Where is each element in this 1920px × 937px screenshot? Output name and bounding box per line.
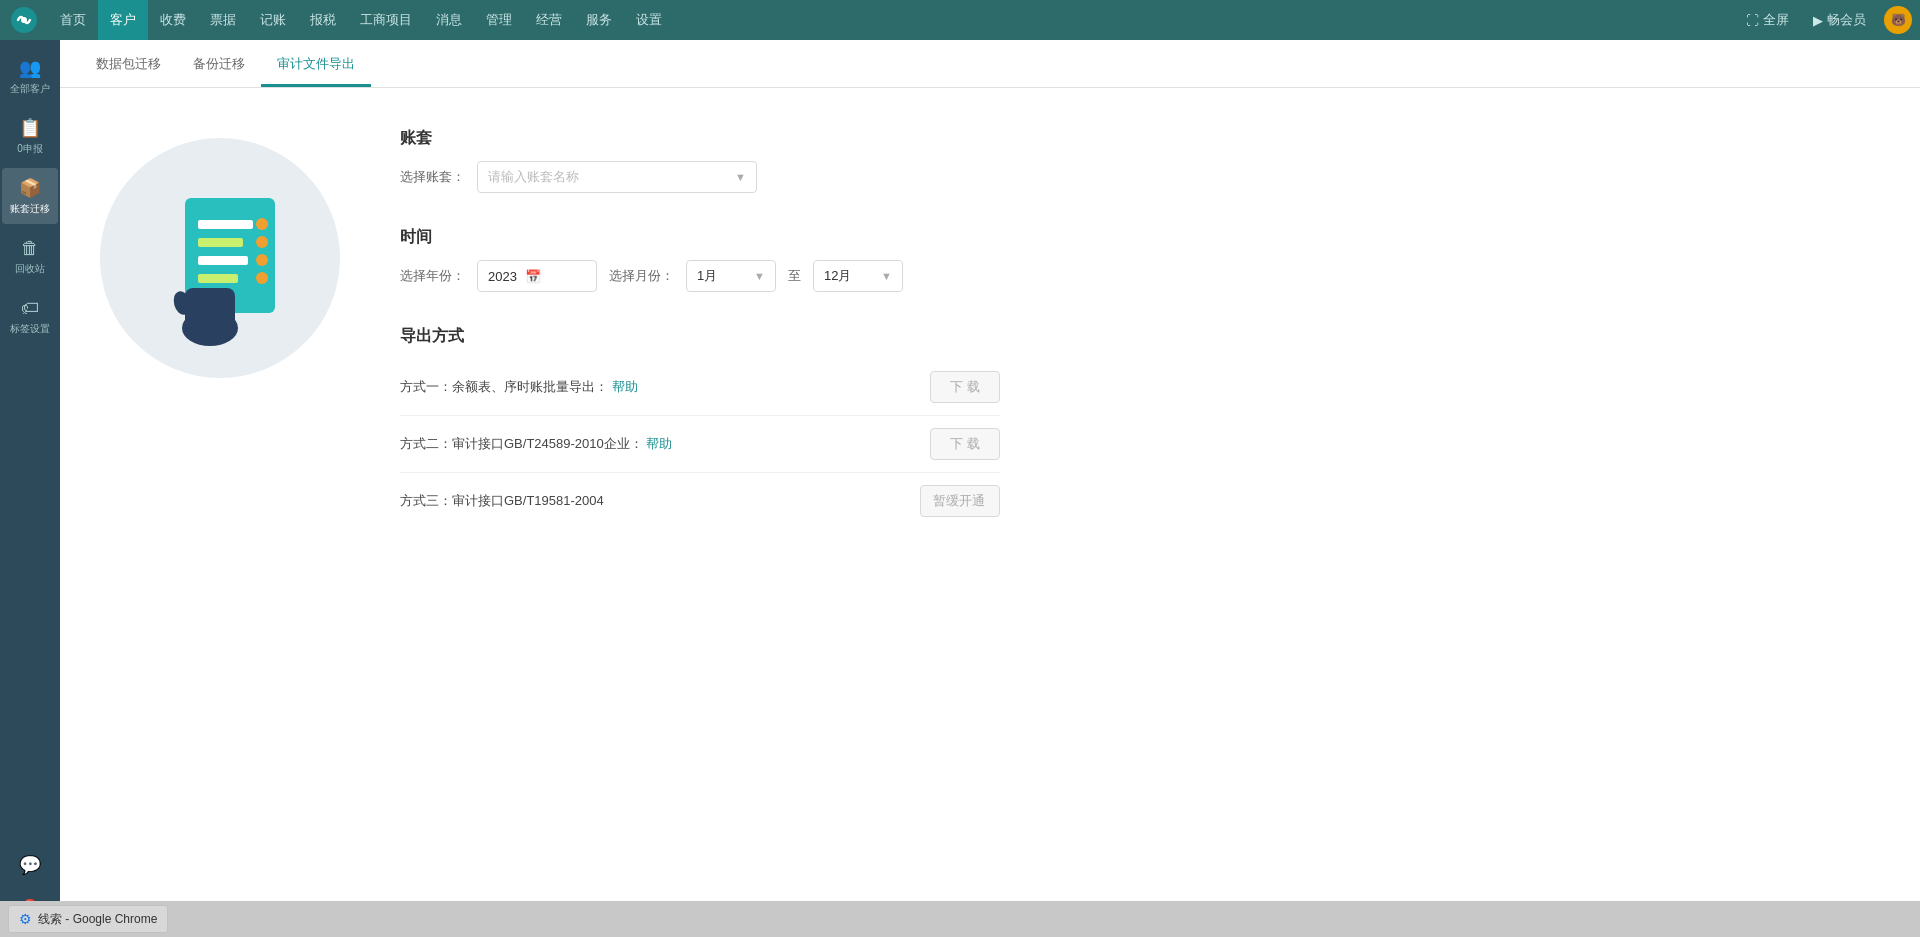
sidebar-item-zero-declaration[interactable]: 📋 0申报: [2, 108, 58, 164]
start-month-select[interactable]: 1月 ▼: [686, 260, 776, 292]
export-method-2: 方式二：审计接口GB/T24589-2010企业： 帮助 下 载: [400, 416, 1000, 473]
page-body: 账套 选择账套： 请输入账套名称 ▼ 时间 选择年: [100, 118, 1000, 529]
chrome-icon: ⚙: [19, 911, 32, 927]
app-logo: [8, 4, 40, 36]
export-method-1-download-button[interactable]: 下 载: [930, 371, 1000, 403]
account-select-label: 选择账套：: [400, 168, 465, 186]
export-method-2-help-link[interactable]: 帮助: [646, 436, 672, 451]
nav-customer[interactable]: 客户: [98, 0, 148, 40]
nav-tax[interactable]: 报税: [298, 0, 348, 40]
end-month-select[interactable]: 12月 ▼: [813, 260, 903, 292]
export-method-1-help-link[interactable]: 帮助: [612, 379, 638, 394]
sidebar-message-icon[interactable]: 💬: [12, 847, 48, 883]
svg-point-7: [256, 218, 268, 230]
sidebar-item-tag-settings[interactable]: 🏷 标签设置: [2, 288, 58, 344]
migration-icon: 📦: [19, 177, 41, 199]
declaration-icon: 📋: [19, 117, 41, 139]
export-section-title: 导出方式: [400, 326, 1000, 347]
year-label: 选择年份：: [400, 267, 465, 285]
main-content: 账套 选择账套： 请输入账套名称 ▼ 时间 选择年: [60, 88, 1920, 937]
export-method-3-text: 方式三：审计接口GB/T19581-2004: [400, 492, 604, 510]
customers-icon: 👥: [19, 57, 41, 79]
chevron-down-icon: ▼: [754, 270, 765, 282]
nav-manage[interactable]: 管理: [474, 0, 524, 40]
nav-fee[interactable]: 收费: [148, 0, 198, 40]
chevron-down-icon: ▼: [881, 270, 892, 282]
fullscreen-icon: ⛶: [1746, 13, 1759, 28]
start-month-value: 1月: [697, 267, 746, 285]
svg-point-9: [256, 254, 268, 266]
nav-operation[interactable]: 经营: [524, 0, 574, 40]
time-separator: 至: [788, 267, 801, 285]
nav-message[interactable]: 消息: [424, 0, 474, 40]
sidebar: 👥 全部客户 📋 0申报 📦 账套迁移 🗑 回收站 🏷 标签设置 💬 ❓: [0, 40, 60, 937]
export-method-2-text: 方式二：审计接口GB/T24589-2010企业： 帮助: [400, 435, 672, 453]
export-method-3-label: 方式三：审计接口GB/T19581-2004: [400, 493, 604, 508]
sidebar-item-recycle[interactable]: 🗑 回收站: [2, 228, 58, 284]
illustration-svg: [130, 158, 310, 358]
sidebar-item-all-customers[interactable]: 👥 全部客户: [2, 48, 58, 104]
nav-settings[interactable]: 设置: [624, 0, 674, 40]
member-label: 畅会员: [1827, 11, 1866, 29]
chevron-down-icon: ▼: [735, 171, 746, 183]
end-month-value: 12月: [824, 267, 873, 285]
svg-rect-5: [198, 256, 248, 265]
nav-invoice[interactable]: 票据: [198, 0, 248, 40]
svg-point-8: [256, 236, 268, 248]
account-placeholder: 请输入账套名称: [488, 168, 727, 186]
taskbar-chrome-label: 线索 - Google Chrome: [38, 911, 157, 928]
fullscreen-label: 全屏: [1763, 11, 1789, 29]
calendar-icon: 📅: [525, 269, 541, 284]
time-section: 时间 选择年份： 2023 📅 选择月份： 1月 ▼: [400, 227, 1000, 302]
svg-point-10: [256, 272, 268, 284]
svg-rect-6: [198, 274, 238, 283]
taskbar: ⚙ 线索 - Google Chrome: [0, 901, 1920, 937]
export-method-1: 方式一：余额表、序时账批量导出： 帮助 下 载: [400, 359, 1000, 416]
nav-bookkeeping[interactable]: 记账: [248, 0, 298, 40]
sidebar-item-account-migration[interactable]: 📦 账套迁移: [2, 168, 58, 224]
account-form-row: 选择账套： 请输入账套名称 ▼: [400, 161, 1000, 193]
month-label: 选择月份：: [609, 267, 674, 285]
top-navigation: 首页 客户 收费 票据 记账 报税 工商项目 消息 管理 经营 服务 设置 ⛶ …: [0, 0, 1920, 40]
nav-right-actions: ⛶ 全屏 ▶ 畅会员 🐻: [1740, 6, 1912, 34]
year-value: 2023: [488, 269, 517, 284]
nav-service[interactable]: 服务: [574, 0, 624, 40]
main-layout: 👥 全部客户 📋 0申报 📦 账套迁移 🗑 回收站 🏷 标签设置 💬 ❓ 数据包…: [0, 40, 1920, 937]
illustration-circle: [100, 138, 340, 378]
taskbar-chrome[interactable]: ⚙ 线索 - Google Chrome: [8, 905, 168, 933]
year-input[interactable]: 2023 📅: [477, 260, 597, 292]
export-method-3: 方式三：审计接口GB/T19581-2004 暂缓开通: [400, 473, 1000, 529]
tabs-bar: 数据包迁移 备份迁移 审计文件导出: [60, 40, 1920, 88]
tag-icon: 🏷: [21, 298, 39, 319]
time-section-title: 时间: [400, 227, 1000, 248]
svg-rect-3: [198, 220, 253, 229]
nav-home[interactable]: 首页: [48, 0, 98, 40]
content-area: 数据包迁移 备份迁移 审计文件导出: [60, 40, 1920, 937]
svg-rect-12: [185, 288, 235, 338]
nav-menu: 首页 客户 收费 票据 记账 报税 工商项目 消息 管理 经营 服务 设置: [48, 0, 1740, 40]
form-section: 账套 选择账套： 请输入账套名称 ▼ 时间 选择年: [400, 118, 1000, 529]
tab-data-migration[interactable]: 数据包迁移: [80, 43, 177, 87]
member-button[interactable]: ▶ 畅会员: [1807, 9, 1872, 31]
fullscreen-button[interactable]: ⛶ 全屏: [1740, 9, 1795, 31]
account-section-title: 账套: [400, 128, 1000, 149]
export-method-1-label: 方式一：余额表、序时账批量导出：: [400, 379, 608, 394]
nav-business[interactable]: 工商项目: [348, 0, 424, 40]
recycle-icon: 🗑: [21, 238, 39, 259]
time-form-row: 选择年份： 2023 📅 选择月份： 1月 ▼ 至: [400, 260, 1000, 292]
tab-backup-migration[interactable]: 备份迁移: [177, 43, 261, 87]
play-icon: ▶: [1813, 13, 1823, 28]
user-avatar[interactable]: 🐻: [1884, 6, 1912, 34]
export-method-2-label: 方式二：审计接口GB/T24589-2010企业：: [400, 436, 643, 451]
svg-point-1: [21, 17, 27, 23]
export-section: 导出方式 方式一：余额表、序时账批量导出： 帮助 下 载 方式二：审计接口GB/…: [400, 326, 1000, 529]
account-section: 账套 选择账套： 请输入账套名称 ▼: [400, 128, 1000, 203]
svg-rect-4: [198, 238, 243, 247]
illustration-wrap: [100, 138, 340, 529]
export-method-1-text: 方式一：余额表、序时账批量导出： 帮助: [400, 378, 638, 396]
account-select[interactable]: 请输入账套名称 ▼: [477, 161, 757, 193]
export-method-3-coming-button[interactable]: 暂缓开通: [920, 485, 1000, 517]
export-method-2-download-button[interactable]: 下 载: [930, 428, 1000, 460]
tab-audit-export[interactable]: 审计文件导出: [261, 43, 371, 87]
